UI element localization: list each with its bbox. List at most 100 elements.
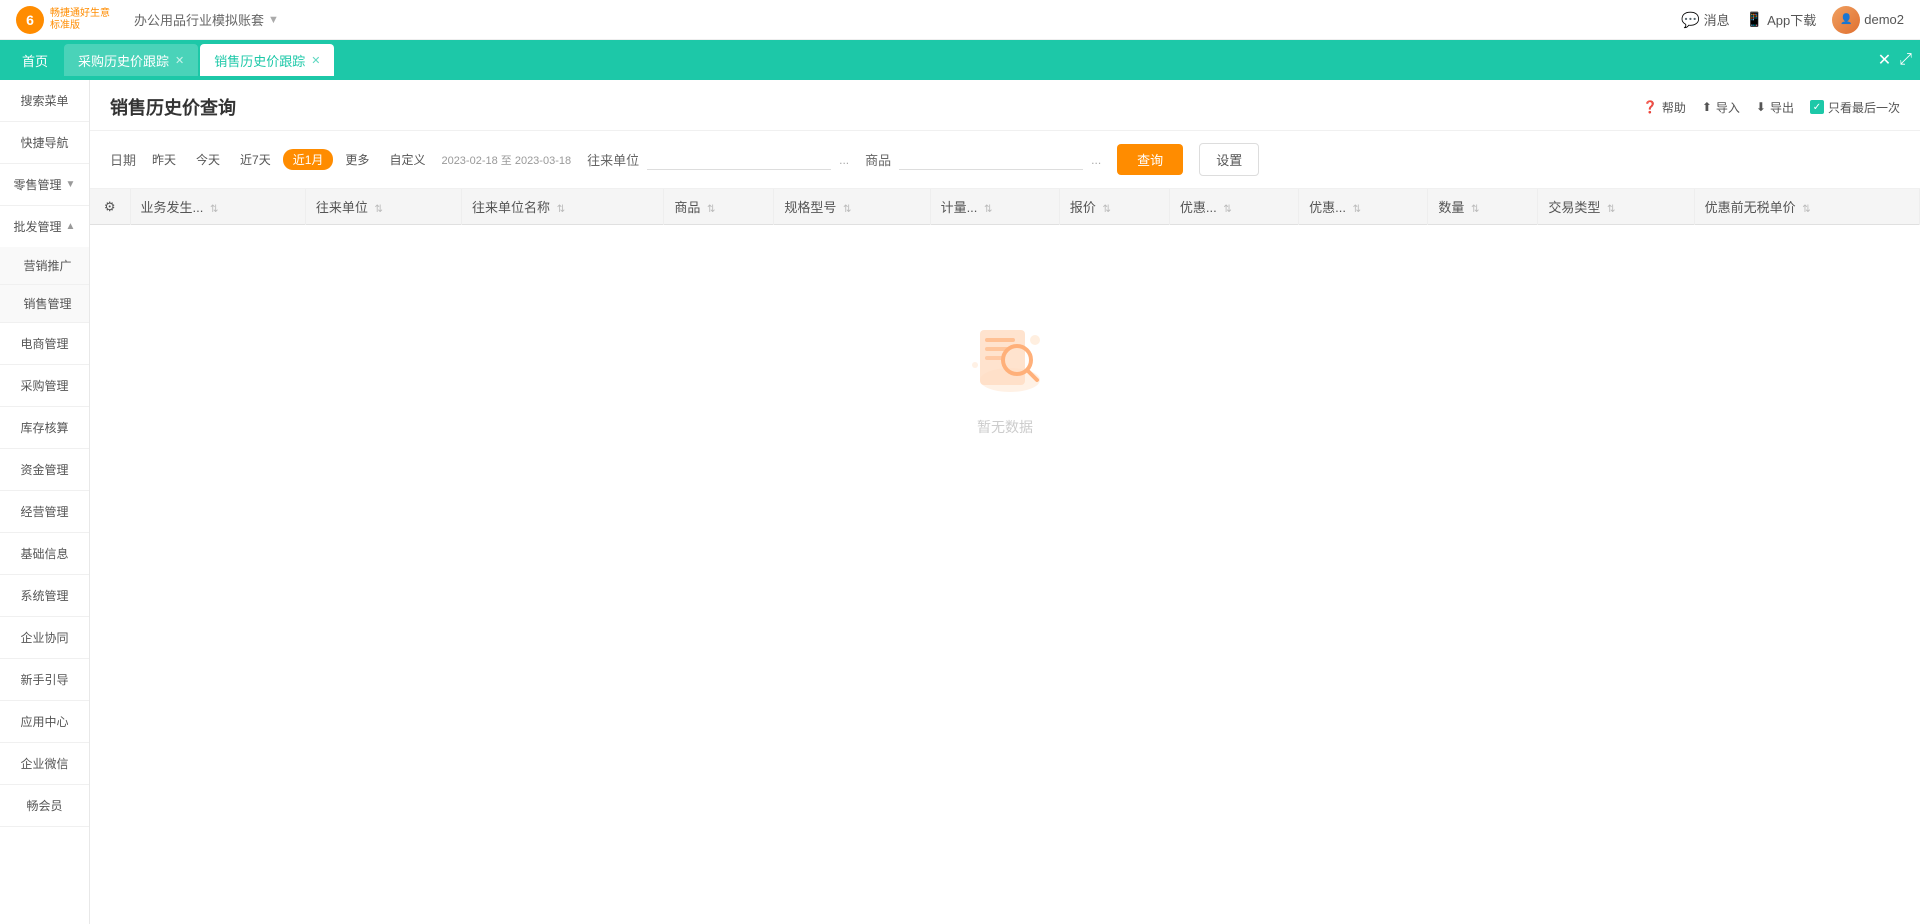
date-btn-more[interactable]: 更多 — [337, 149, 377, 170]
message-icon: 💬 — [1681, 11, 1700, 29]
th-settings[interactable]: ⚙ — [90, 189, 130, 225]
sidebar-label-enterprise-collab: 企业协同 — [20, 629, 68, 646]
page-header: 销售历史价查询 ❓ 帮助 ⬆ 导入 ⬇ 导出 ✓ — [90, 80, 1920, 131]
header-left: 6 畅捷通好生意 标准版 办公用品行业模拟账套 ▼ — [16, 6, 279, 34]
sidebar-item-app-center[interactable]: 应用中心 — [0, 701, 89, 743]
th-qty[interactable]: 数量 ⇅ — [1428, 189, 1538, 225]
sidebar-item-enterprise-wechat[interactable]: 企业微信 — [0, 743, 89, 785]
sidebar-label-new-guide: 新手引导 — [20, 671, 68, 688]
page-header-actions: ❓ 帮助 ⬆ 导入 ⬇ 导出 ✓ 只看最后一次 — [1643, 99, 1900, 116]
sort-pre-tax-price-icon: ⇅ — [1802, 204, 1810, 215]
th-spec[interactable]: 规格型号 ⇅ — [774, 189, 930, 225]
user-area[interactable]: 👤 demo2 — [1832, 6, 1904, 34]
tab-home[interactable]: 首页 — [8, 44, 62, 76]
partner-input[interactable] — [647, 150, 831, 170]
sidebar-item-inventory[interactable]: 库存核算 — [0, 407, 89, 449]
sidebar-label-search-menu: 搜索菜单 — [20, 92, 68, 109]
date-btn-today[interactable]: 今天 — [188, 149, 228, 170]
sort-qty-icon: ⇅ — [1471, 204, 1479, 215]
filter-row: 日期 昨天 今天 近7天 近1月 更多 自定义 2023-02-18 至 202… — [90, 131, 1920, 189]
partner-dots-btn[interactable]: ... — [839, 153, 849, 167]
tab-purchase-close[interactable]: ✕ — [175, 54, 184, 67]
th-trade-type[interactable]: 交易类型 ⇅ — [1538, 189, 1694, 225]
message-btn[interactable]: 💬 消息 — [1681, 10, 1730, 29]
sidebar-label-purchase: 采购管理 — [20, 377, 68, 394]
sidebar-item-quick-nav[interactable]: 快捷导航 — [0, 122, 89, 164]
sidebar-label-system: 系统管理 — [20, 587, 68, 604]
close-window-icon[interactable]: ✕ — [1878, 50, 1891, 70]
sidebar-item-ecommerce[interactable]: 电商管理 — [0, 323, 89, 365]
empty-text: 暂无数据 — [977, 417, 1033, 437]
sidebar-label-app-center: 应用中心 — [20, 713, 68, 730]
th-unit[interactable]: 计量... ⇅ — [930, 189, 1059, 225]
sidebar-item-enterprise-collab[interactable]: 企业协同 — [0, 617, 89, 659]
settings-btn[interactable]: 设置 — [1199, 143, 1259, 176]
th-discount2[interactable]: 优惠... ⇅ — [1299, 189, 1428, 225]
tab-home-label: 首页 — [22, 51, 48, 70]
maximize-icon[interactable]: ⤢ — [1899, 51, 1912, 69]
empty-icon — [955, 305, 1055, 405]
query-btn[interactable]: 查询 — [1117, 144, 1183, 175]
sidebar-item-marketing[interactable]: 营销推广 — [0, 247, 89, 285]
import-label: 导入 — [1716, 99, 1740, 116]
sidebar-item-purchase[interactable]: 采购管理 — [0, 365, 89, 407]
th-partner-code[interactable]: 往来单位 ⇅ — [305, 189, 461, 225]
th-partner-name[interactable]: 往来单位名称 ⇅ — [462, 189, 664, 225]
app-download-btn[interactable]: 📱 App下载 — [1746, 10, 1817, 29]
app-title-area[interactable]: 办公用品行业模拟账套 ▼ — [134, 10, 279, 29]
table-container: ⚙ 业务发生... ⇅ 往来单位 ⇅ 往来单位名称 ⇅ — [90, 189, 1920, 924]
sort-quote-icon: ⇅ — [1102, 204, 1110, 215]
import-icon: ⬆ — [1702, 100, 1712, 114]
export-btn[interactable]: ⬇ 导出 — [1756, 99, 1794, 116]
only-last-checkbox[interactable]: ✓ — [1810, 100, 1824, 114]
sidebar-item-retail[interactable]: 零售管理 ▼ — [0, 164, 89, 206]
page-container: 销售历史价查询 ❓ 帮助 ⬆ 导入 ⬇ 导出 ✓ — [90, 80, 1920, 924]
sort-goods-icon: ⇅ — [707, 204, 715, 215]
sidebar-item-search-menu[interactable]: 搜索菜单 — [0, 80, 89, 122]
import-btn[interactable]: ⬆ 导入 — [1702, 99, 1740, 116]
sidebar-item-basic-info[interactable]: 基础信息 — [0, 533, 89, 575]
sort-discount2-icon: ⇅ — [1353, 204, 1361, 215]
sidebar-item-system[interactable]: 系统管理 — [0, 575, 89, 617]
goods-input[interactable] — [899, 150, 1083, 170]
sidebar-label-wholesale: 批发管理 — [14, 218, 62, 235]
th-goods[interactable]: 商品 ⇅ — [664, 189, 774, 225]
sidebar-label-ecommerce: 电商管理 — [20, 335, 68, 352]
export-icon: ⬇ — [1756, 100, 1766, 114]
retail-arrow-icon: ▼ — [66, 179, 76, 190]
data-table: ⚙ 业务发生... ⇅ 往来单位 ⇅ 往来单位名称 ⇅ — [90, 189, 1920, 225]
logo-icon: 6 — [16, 6, 44, 34]
th-discount1[interactable]: 优惠... ⇅ — [1169, 189, 1298, 225]
th-pre-tax-price[interactable]: 优惠前无税单价 ⇅ — [1694, 189, 1919, 225]
sort-partner-code-icon: ⇅ — [375, 204, 383, 215]
sidebar-item-sales-mgmt[interactable]: 销售管理 — [0, 285, 89, 323]
sidebar-label-inventory: 库存核算 — [20, 419, 68, 436]
date-btn-yesterday[interactable]: 昨天 — [144, 149, 184, 170]
sidebar-item-ops[interactable]: 经营管理 — [0, 491, 89, 533]
partner-filter-group: 往来单位 ... — [587, 150, 849, 170]
help-btn[interactable]: ❓ 帮助 — [1643, 99, 1686, 116]
tab-sales-history[interactable]: 销售历史价跟踪 ✕ — [200, 44, 334, 76]
tab-sales-close[interactable]: ✕ — [311, 54, 320, 67]
sidebar-label-retail: 零售管理 — [14, 176, 62, 193]
logo-text: 畅捷通好生意 标准版 — [50, 8, 110, 32]
main-layout: 搜索菜单 快捷导航 零售管理 ▼ 批发管理 ▲ 营销推广 销售管理 电商管理 采… — [0, 80, 1920, 924]
sidebar-item-finance[interactable]: 资金管理 — [0, 449, 89, 491]
date-btn-7days[interactable]: 近7天 — [232, 149, 279, 170]
tab-purchase-history[interactable]: 采购历史价跟踪 ✕ — [64, 44, 198, 76]
sidebar-label-ops: 经营管理 — [20, 503, 68, 520]
sidebar-item-member[interactable]: 畅会员 — [0, 785, 89, 827]
sidebar-label-member: 畅会员 — [26, 797, 62, 814]
goods-dots-btn[interactable]: ... — [1091, 153, 1101, 167]
th-biz-date[interactable]: 业务发生... ⇅ — [130, 189, 305, 225]
date-btn-custom[interactable]: 自定义 — [381, 149, 433, 170]
sidebar-item-wholesale[interactable]: 批发管理 ▲ — [0, 206, 89, 247]
goods-filter-group: 商品 ... — [865, 150, 1101, 170]
sidebar: 搜索菜单 快捷导航 零售管理 ▼ 批发管理 ▲ 营销推广 销售管理 电商管理 采… — [0, 80, 90, 924]
sidebar-item-new-guide[interactable]: 新手引导 — [0, 659, 89, 701]
only-last-checkbox-area[interactable]: ✓ 只看最后一次 — [1810, 99, 1900, 116]
sidebar-label-enterprise-wechat: 企业微信 — [20, 755, 68, 772]
th-quote[interactable]: 报价 ⇅ — [1059, 189, 1169, 225]
sort-unit-icon: ⇅ — [984, 204, 992, 215]
date-btn-1month[interactable]: 近1月 — [283, 149, 334, 170]
